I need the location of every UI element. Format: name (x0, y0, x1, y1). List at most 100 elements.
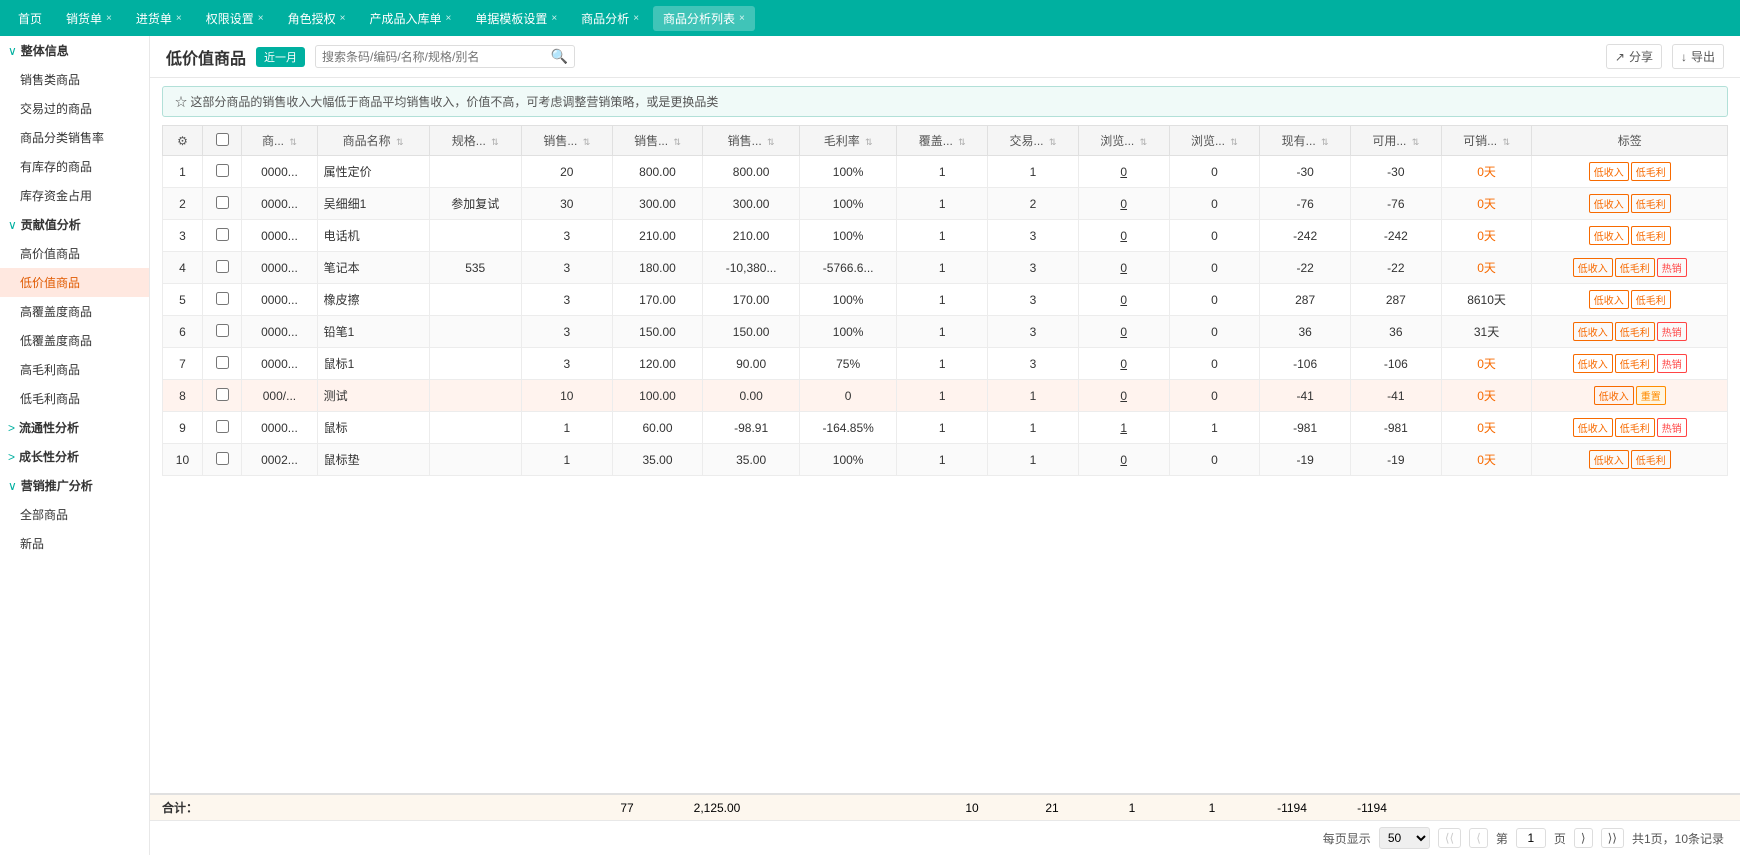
cell-spec (429, 412, 521, 444)
sidebar-item-商品分类销售率[interactable]: 商品分类销售率 (0, 123, 149, 152)
col-checkbox[interactable] (202, 126, 241, 156)
nav-close-icon[interactable]: × (176, 13, 182, 24)
sidebar-group-成长性分析[interactable]: >成长性分析 (0, 442, 149, 471)
cell-checkbox[interactable] (202, 252, 241, 284)
table-container[interactable]: ⚙ 商... ⇅ 商品名称 ⇅ 规格... ⇅ 销售... ⇅ 销售... ⇅ … (162, 125, 1728, 793)
page-input[interactable] (1516, 828, 1546, 848)
sidebar-item-交易过的商品[interactable]: 交易过的商品 (0, 94, 149, 123)
cell-current: -981 (1260, 412, 1351, 444)
sidebar-item-新品[interactable]: 新品 (0, 529, 149, 558)
cell-code: 0000... (242, 316, 317, 348)
tag-label: 热销 (1657, 258, 1687, 277)
cell-checkbox[interactable] (202, 380, 241, 412)
sidebar-item-低价值商品[interactable]: 低价值商品 (0, 268, 149, 297)
tag-label: 低收入 (1589, 194, 1629, 213)
nav-item-权限设置[interactable]: 权限设置× (196, 6, 274, 31)
col-current: 现有... ⇅ (1260, 126, 1351, 156)
nav-item-产成品入库单[interactable]: 产成品入库单× (359, 6, 461, 31)
cell-checkbox[interactable] (202, 444, 241, 476)
period-tag-button[interactable]: 近一月 (256, 47, 305, 67)
cell-coverage: 1 (897, 284, 988, 316)
cell-browse1: 0 (1078, 252, 1169, 284)
table-row: 30000...电话机3210.00210.00100%1300-242-242… (163, 220, 1728, 252)
sidebar-group-贡献值分析[interactable]: ∨贡献值分析 (0, 210, 149, 239)
cell-checkbox[interactable] (202, 156, 241, 188)
cell-name: 测试 (317, 380, 429, 412)
page-label-before: 第 (1496, 830, 1508, 847)
total-usable: -1194 (1332, 801, 1412, 815)
page-title: 低价值商品 (166, 45, 246, 69)
cell-margin: 75% (799, 348, 897, 380)
cell-margin: -164.85% (799, 412, 897, 444)
tag-label: 低收入 (1573, 418, 1613, 437)
cell-sales-qty: 3 (521, 252, 612, 284)
next-page-button[interactable]: ⟩ (1574, 828, 1593, 848)
cell-browse2: 0 (1169, 252, 1260, 284)
tag-label: 低毛利 (1631, 226, 1671, 245)
nav-close-icon[interactable]: × (633, 13, 639, 24)
cell-checkbox[interactable] (202, 220, 241, 252)
table-row: 8000/...测试10100.000.0001100-41-410天低收入重置 (163, 380, 1728, 412)
sidebar-item-低覆盖度商品[interactable]: 低覆盖度商品 (0, 326, 149, 355)
nav-close-icon[interactable]: × (445, 13, 451, 24)
cell-checkbox[interactable] (202, 316, 241, 348)
cell-coverage: 1 (897, 188, 988, 220)
data-table: ⚙ 商... ⇅ 商品名称 ⇅ 规格... ⇅ 销售... ⇅ 销售... ⇅ … (162, 125, 1728, 476)
cell-code: 0000... (242, 220, 317, 252)
sidebar-item-全部商品[interactable]: 全部商品 (0, 500, 149, 529)
main-layout: ∨整体信息销售类商品交易过的商品商品分类销售率有库存的商品库存资金占用∨贡献值分… (0, 36, 1740, 855)
table-row: 100002...鼠标垫135.0035.00100%1100-19-190天低… (163, 444, 1728, 476)
cell-sales-price: 210.00 (612, 220, 703, 252)
cell-usable: -76 (1350, 188, 1441, 220)
nav-close-icon[interactable]: × (106, 13, 112, 24)
first-page-button[interactable]: ⟨⟨ (1438, 828, 1461, 848)
cell-checkbox[interactable] (202, 412, 241, 444)
nav-item-销货单[interactable]: 销货单× (56, 6, 122, 31)
sidebar-group-整体信息[interactable]: ∨整体信息 (0, 36, 149, 65)
sidebar-group-流通性分析[interactable]: >流通性分析 (0, 413, 149, 442)
nav-close-icon[interactable]: × (258, 13, 264, 24)
cell-current: 287 (1260, 284, 1351, 316)
header-actions: ↗ 分享 ↓ 导出 (1606, 44, 1724, 69)
select-all-checkbox[interactable] (216, 133, 229, 146)
share-button[interactable]: ↗ 分享 (1606, 44, 1662, 69)
search-input[interactable] (322, 50, 547, 64)
sidebar-item-销售类商品[interactable]: 销售类商品 (0, 65, 149, 94)
nav-item-首页[interactable]: 首页 (8, 6, 52, 31)
cell-name: 电话机 (317, 220, 429, 252)
cell-browse2: 0 (1169, 220, 1260, 252)
cell-browse1: 0 (1078, 444, 1169, 476)
cell-sales-qty: 3 (521, 284, 612, 316)
cell-sales-price: 300.00 (612, 188, 703, 220)
nav-close-icon[interactable]: × (340, 13, 346, 24)
cell-name: 橡皮擦 (317, 284, 429, 316)
sidebar-item-高价值商品[interactable]: 高价值商品 (0, 239, 149, 268)
sidebar-item-有库存的商品[interactable]: 有库存的商品 (0, 152, 149, 181)
export-button[interactable]: ↓ 导出 (1672, 44, 1724, 69)
cell-checkbox[interactable] (202, 348, 241, 380)
search-icon[interactable]: 🔍 (551, 48, 568, 65)
cell-name: 属性定价 (317, 156, 429, 188)
nav-item-单据模板设置[interactable]: 单据模板设置× (465, 6, 567, 31)
nav-item-角色授权[interactable]: 角色授权× (278, 6, 356, 31)
nav-close-icon[interactable]: × (739, 13, 745, 24)
nav-item-商品分析[interactable]: 商品分析× (571, 6, 649, 31)
sidebar-group-营销推广分析[interactable]: ∨营销推广分析 (0, 471, 149, 500)
sidebar-item-高覆盖度商品[interactable]: 高覆盖度商品 (0, 297, 149, 326)
cell-checkbox[interactable] (202, 284, 241, 316)
nav-close-icon[interactable]: × (551, 13, 557, 24)
collapse-icon: ∨ (8, 479, 17, 493)
nav-item-商品分析列表[interactable]: 商品分析列表× (653, 6, 755, 31)
cell-sales-price: 35.00 (612, 444, 703, 476)
tag-label: 低毛利 (1615, 258, 1655, 277)
last-page-button[interactable]: ⟩⟩ (1601, 828, 1624, 848)
sidebar-item-低毛利商品[interactable]: 低毛利商品 (0, 384, 149, 413)
per-page-select[interactable]: 50 100 (1379, 827, 1430, 849)
prev-page-button[interactable]: ⟨ (1469, 828, 1488, 848)
col-settings[interactable]: ⚙ (163, 126, 203, 156)
cell-checkbox[interactable] (202, 188, 241, 220)
nav-item-进货单[interactable]: 进货单× (126, 6, 192, 31)
sidebar-item-库存资金占用[interactable]: 库存资金占用 (0, 181, 149, 210)
sidebar-item-高毛利商品[interactable]: 高毛利商品 (0, 355, 149, 384)
cell-no: 1 (163, 156, 203, 188)
